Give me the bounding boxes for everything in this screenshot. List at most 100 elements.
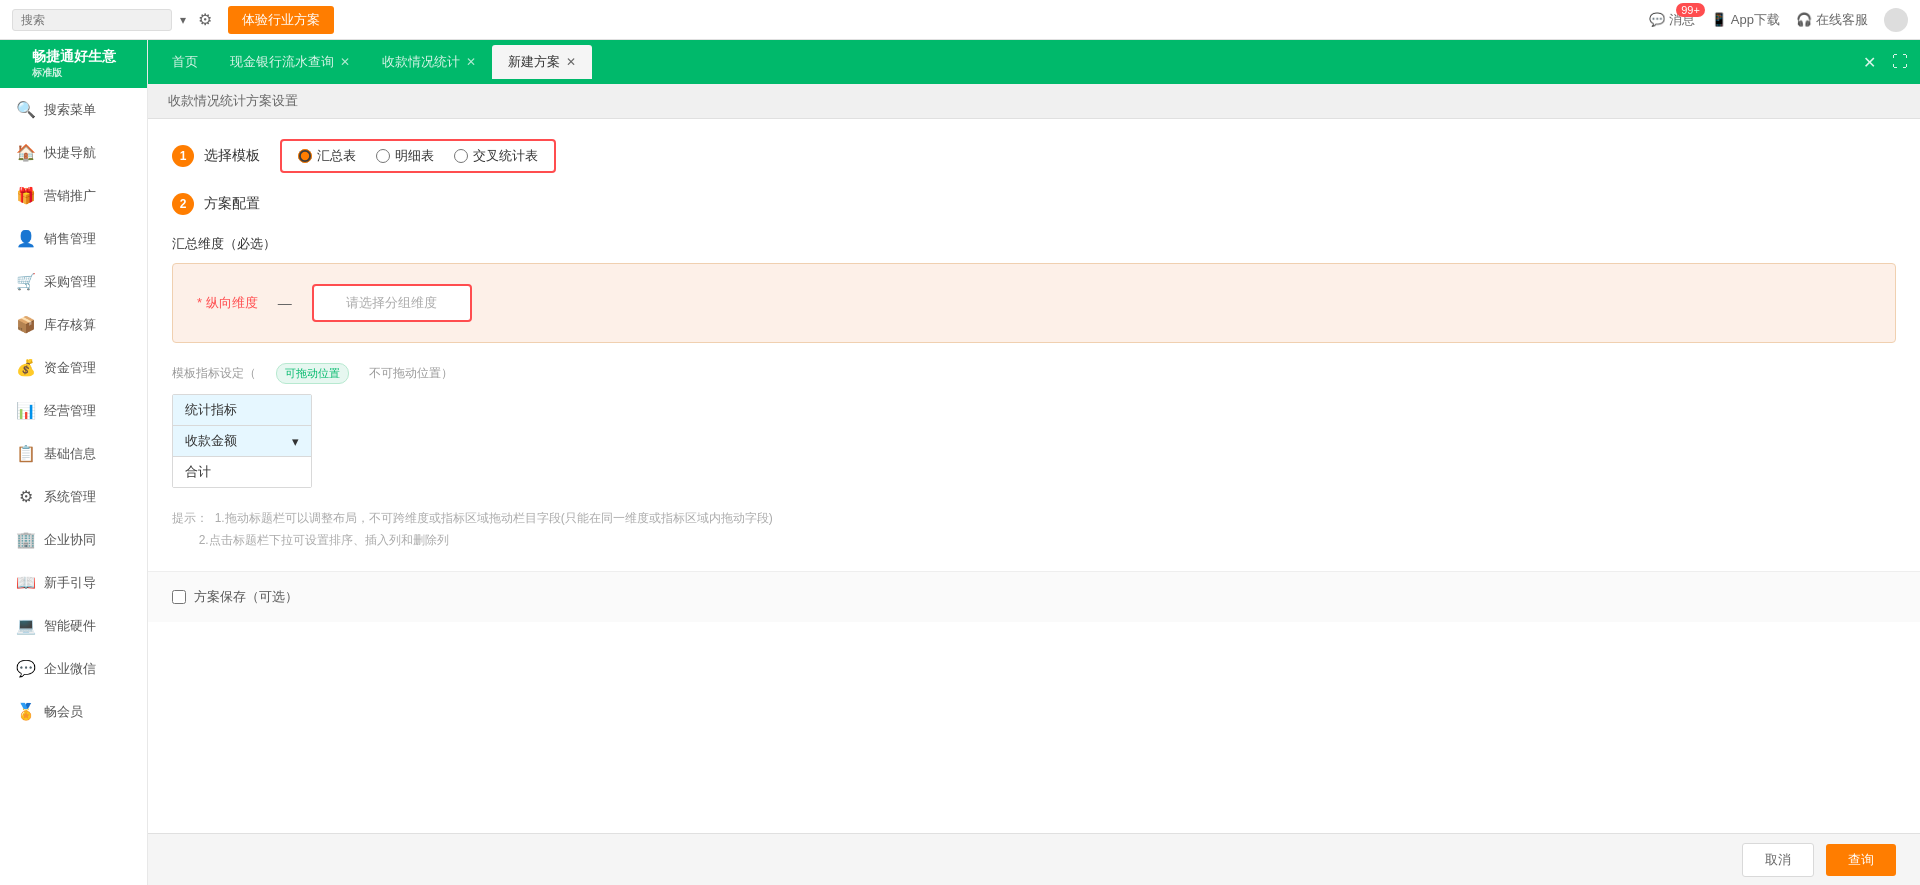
avatar[interactable] bbox=[1884, 8, 1908, 32]
tab-home-label: 首页 bbox=[172, 53, 198, 71]
hint-2: 2.点击标题栏下拉可设置排序、插入列和删除列 bbox=[172, 530, 1896, 552]
sidebar-item-guide[interactable]: 📖 新手引导 bbox=[0, 561, 147, 604]
service-item[interactable]: 🎧 在线客服 bbox=[1796, 11, 1868, 29]
step2-number: 2 bbox=[172, 193, 194, 215]
step2-label: 方案配置 bbox=[204, 195, 260, 213]
maximize-icon[interactable]: ⛶ bbox=[1888, 49, 1912, 75]
logo-sub: 标准版 bbox=[32, 66, 116, 80]
sidebar-label-hardware: 智能硬件 bbox=[44, 617, 96, 635]
tab-home[interactable]: 首页 bbox=[156, 45, 214, 79]
sidebar-item-wechat[interactable]: 💬 企业微信 bbox=[0, 647, 147, 690]
tab-new-scheme-label: 新建方案 bbox=[508, 53, 560, 71]
radio-cross[interactable]: 交叉统计表 bbox=[454, 147, 538, 165]
search-menu-icon: 🔍 bbox=[16, 100, 36, 119]
sidebar-item-finance[interactable]: 💰 资金管理 bbox=[0, 346, 147, 389]
cancel-button[interactable]: 取消 bbox=[1742, 843, 1814, 877]
step1-number: 1 bbox=[172, 145, 194, 167]
download-item[interactable]: 📱 App下载 bbox=[1711, 11, 1780, 29]
sidebar-item-member[interactable]: 🏅 畅会员 bbox=[0, 690, 147, 733]
hardware-icon: 💻 bbox=[16, 616, 36, 635]
radio-cross-input[interactable] bbox=[454, 149, 468, 163]
radio-cross-label: 交叉统计表 bbox=[473, 147, 538, 165]
service-icon: 🎧 bbox=[1796, 12, 1812, 27]
indicators-section: 模板指标设定（ 可拖动位置 不可拖动位置） 统计指标 收款金额 ▾ bbox=[172, 363, 1896, 488]
dimension-select-btn[interactable]: 请选择分组维度 bbox=[312, 284, 472, 322]
sidebar-label-quick-nav: 快捷导航 bbox=[44, 144, 96, 162]
sidebar-label-finance: 资金管理 bbox=[44, 359, 96, 377]
main-layout: 畅捷通好生意 标准版 🔍 搜索菜单 🏠 快捷导航 🎁 营销推广 👤 销售管理 🛒… bbox=[0, 40, 1920, 885]
trial-btn[interactable]: 体验行业方案 bbox=[228, 6, 334, 34]
purchase-icon: 🛒 bbox=[16, 272, 36, 291]
finance-icon: 💰 bbox=[16, 358, 36, 377]
tab-collection-stats-close[interactable]: ✕ bbox=[466, 55, 476, 69]
sidebar-label-wechat: 企业微信 bbox=[44, 660, 96, 678]
sidebar-item-enterprise[interactable]: 🏢 企业协同 bbox=[0, 518, 147, 561]
sidebar: 畅捷通好生意 标准版 🔍 搜索菜单 🏠 快捷导航 🎁 营销推广 👤 销售管理 🛒… bbox=[0, 40, 148, 885]
draggable-badge: 可拖动位置 bbox=[276, 363, 349, 384]
marketing-icon: 🎁 bbox=[16, 186, 36, 205]
query-button[interactable]: 查询 bbox=[1826, 844, 1896, 876]
sidebar-label-enterprise: 企业协同 bbox=[44, 531, 96, 549]
gear-icon[interactable]: ⚙ bbox=[198, 10, 212, 29]
top-bar-dropdown[interactable]: ▾ bbox=[180, 13, 186, 27]
save-section: 方案保存（可选） bbox=[148, 571, 1920, 622]
sidebar-label-guide: 新手引导 bbox=[44, 574, 96, 592]
step1-label: 选择模板 bbox=[204, 147, 260, 165]
sidebar-label-operations: 经营管理 bbox=[44, 402, 96, 420]
sidebar-item-hardware[interactable]: 💻 智能硬件 bbox=[0, 604, 147, 647]
tab-cash-flow-close[interactable]: ✕ bbox=[340, 55, 350, 69]
sidebar-item-purchase[interactable]: 🛒 采购管理 bbox=[0, 260, 147, 303]
sidebar-item-inventory[interactable]: 📦 库存核算 bbox=[0, 303, 147, 346]
top-bar-right: 💬 消息 99+ 📱 App下载 🎧 在线客服 bbox=[1649, 8, 1908, 32]
tab-new-scheme[interactable]: 新建方案 ✕ bbox=[492, 45, 592, 79]
radio-detail[interactable]: 明细表 bbox=[376, 147, 434, 165]
non-draggable-text: 不可拖动位置） bbox=[369, 365, 453, 382]
guide-icon: 📖 bbox=[16, 573, 36, 592]
radio-summary-input[interactable] bbox=[298, 149, 312, 163]
sidebar-label-search-menu: 搜索菜单 bbox=[44, 101, 96, 119]
sidebar-item-operations[interactable]: 📊 经营管理 bbox=[0, 389, 147, 432]
content-area: 首页 现金银行流水查询 ✕ 收款情况统计 ✕ 新建方案 ✕ ✕ ⛶ 收款情况统计… bbox=[148, 40, 1920, 885]
tab-collection-stats[interactable]: 收款情况统计 ✕ bbox=[366, 45, 492, 79]
sidebar-label-marketing: 营销推广 bbox=[44, 187, 96, 205]
stats-col-row: 收款金额 ▾ bbox=[173, 426, 311, 457]
sidebar-label-basic-info: 基础信息 bbox=[44, 445, 96, 463]
sidebar-logo: 畅捷通好生意 标准版 bbox=[0, 40, 147, 88]
radio-summary[interactable]: 汇总表 bbox=[298, 147, 356, 165]
radio-detail-input[interactable] bbox=[376, 149, 390, 163]
search-input[interactable] bbox=[12, 9, 172, 31]
sidebar-item-quick-nav[interactable]: 🏠 快捷导航 bbox=[0, 131, 147, 174]
dimension-section: 汇总维度（必选） * 纵向维度 — 请选择分组维度 bbox=[172, 235, 1896, 343]
hints: 提示： 1.拖动标题栏可以调整布局，不可跨维度或指标区域拖动栏目字段(只能在同一… bbox=[172, 508, 1896, 551]
wechat-icon: 💬 bbox=[16, 659, 36, 678]
step2-row: 2 方案配置 bbox=[172, 193, 1896, 215]
tab-cash-flow[interactable]: 现金银行流水查询 ✕ bbox=[214, 45, 366, 79]
radio-detail-label: 明细表 bbox=[395, 147, 434, 165]
radio-summary-label: 汇总表 bbox=[317, 147, 356, 165]
form-section: 1 选择模板 汇总表 明细表 bbox=[148, 119, 1920, 571]
stats-row-label: 合计 bbox=[173, 457, 311, 487]
sidebar-item-sales[interactable]: 👤 销售管理 bbox=[0, 217, 147, 260]
save-checkbox[interactable] bbox=[172, 590, 186, 604]
dimension-arrow: — bbox=[278, 295, 292, 311]
basic-info-icon: 📋 bbox=[16, 444, 36, 463]
sidebar-item-system[interactable]: ⚙ 系统管理 bbox=[0, 475, 147, 518]
sidebar-item-search-menu[interactable]: 🔍 搜索菜单 bbox=[0, 88, 147, 131]
action-bar: 取消 查询 bbox=[148, 833, 1920, 885]
dimension-row-label: * 纵向维度 bbox=[197, 294, 258, 312]
close-window-icon[interactable]: ✕ bbox=[1859, 49, 1880, 76]
tab-new-scheme-close[interactable]: ✕ bbox=[566, 55, 576, 69]
sidebar-item-basic-info[interactable]: 📋 基础信息 bbox=[0, 432, 147, 475]
system-icon: ⚙ bbox=[16, 487, 36, 506]
tab-bar-right: ✕ ⛶ bbox=[1859, 49, 1912, 76]
sidebar-label-purchase: 采购管理 bbox=[44, 273, 96, 291]
msg-icon: 💬 bbox=[1649, 12, 1665, 27]
msg-item[interactable]: 💬 消息 99+ bbox=[1649, 11, 1695, 29]
step1-row: 1 选择模板 汇总表 明细表 bbox=[172, 139, 1896, 173]
sidebar-item-marketing[interactable]: 🎁 营销推广 bbox=[0, 174, 147, 217]
stats-col-dropdown-icon[interactable]: ▾ bbox=[292, 434, 299, 449]
tab-bar: 首页 现金银行流水查询 ✕ 收款情况统计 ✕ 新建方案 ✕ ✕ ⛶ bbox=[148, 40, 1920, 84]
stats-label: 统计指标 bbox=[185, 401, 237, 419]
enterprise-icon: 🏢 bbox=[16, 530, 36, 549]
member-icon: 🏅 bbox=[16, 702, 36, 721]
